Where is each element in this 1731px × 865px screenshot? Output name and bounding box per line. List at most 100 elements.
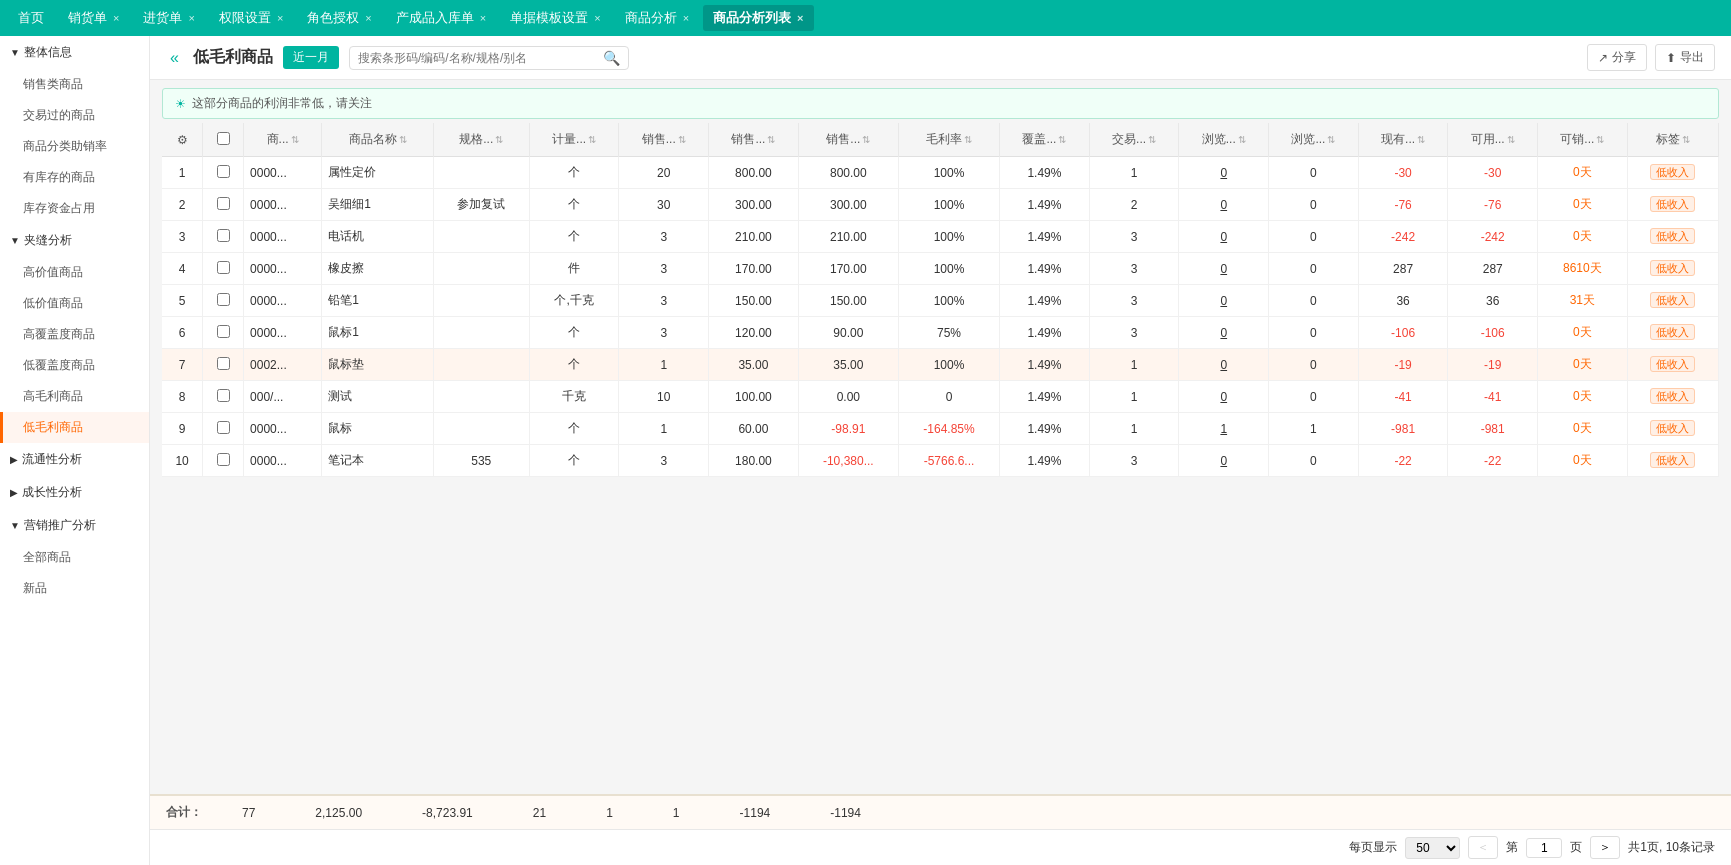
row-name[interactable]: 笔记本 — [322, 445, 434, 477]
row-checkbox[interactable] — [203, 381, 244, 413]
row-unit: 个 — [529, 445, 619, 477]
row-sales-profit: 300.00 — [798, 189, 898, 221]
nav-purchase-order[interactable]: 进货单 × — [133, 5, 204, 31]
nav-product-analysis[interactable]: 商品分析 × — [615, 5, 699, 31]
row-select-checkbox[interactable] — [217, 421, 230, 434]
close-icon[interactable]: × — [797, 12, 803, 24]
close-icon[interactable]: × — [365, 12, 371, 24]
search-icon[interactable]: 🔍 — [603, 50, 620, 66]
row-name[interactable]: 鼠标1 — [322, 317, 434, 349]
export-button[interactable]: ⬆ 导出 — [1655, 44, 1715, 71]
sidebar-item-sales-products[interactable]: 销售类商品 — [0, 69, 149, 100]
sidebar-item-high-value[interactable]: 高价值商品 — [0, 257, 149, 288]
row-checkbox[interactable] — [203, 221, 244, 253]
row-sales-qty: 3 — [619, 253, 709, 285]
sidebar-item-category-sales-rate[interactable]: 商品分类助销率 — [0, 131, 149, 162]
row-view1[interactable]: 0 — [1179, 285, 1269, 317]
row-sales-qty: 3 — [619, 445, 709, 477]
row-view1[interactable]: 0 — [1179, 189, 1269, 221]
row-view1[interactable]: 0 — [1179, 381, 1269, 413]
row-view1[interactable]: 0 — [1179, 253, 1269, 285]
row-tag: 低收入 — [1627, 349, 1718, 381]
sidebar-item-low-margin[interactable]: 低毛利商品 — [0, 412, 149, 443]
next-page-button[interactable]: ＞ — [1590, 836, 1620, 859]
row-select-checkbox[interactable] — [217, 229, 230, 242]
nav-permission-settings[interactable]: 权限设置 × — [209, 5, 293, 31]
row-select-checkbox[interactable] — [217, 197, 230, 210]
row-view1[interactable]: 1 — [1179, 413, 1269, 445]
row-view1[interactable]: 0 — [1179, 317, 1269, 349]
close-icon[interactable]: × — [480, 12, 486, 24]
row-name[interactable]: 鼠标 — [322, 413, 434, 445]
row-current-stock: -19 — [1358, 349, 1448, 381]
row-available-stock: -76 — [1448, 189, 1538, 221]
close-icon[interactable]: × — [113, 12, 119, 24]
row-checkbox[interactable] — [203, 413, 244, 445]
row-select-checkbox[interactable] — [217, 389, 230, 402]
nav-home[interactable]: 首页 — [8, 5, 54, 31]
row-view1[interactable]: 0 — [1179, 349, 1269, 381]
row-checkbox[interactable] — [203, 349, 244, 381]
nav-product-instock[interactable]: 产成品入库单 × — [386, 5, 496, 31]
sidebar-item-all-products[interactable]: 全部商品 — [0, 542, 149, 573]
row-checkbox[interactable] — [203, 445, 244, 477]
row-name[interactable]: 电话机 — [322, 221, 434, 253]
sidebar-item-in-stock[interactable]: 有库存的商品 — [0, 162, 149, 193]
nav-sales-order[interactable]: 销货单 × — [58, 5, 129, 31]
row-current-stock: -41 — [1358, 381, 1448, 413]
prev-page-button[interactable]: ＜ — [1468, 836, 1498, 859]
row-checkbox[interactable] — [203, 253, 244, 285]
nav-template-settings[interactable]: 单据模板设置 × — [500, 5, 610, 31]
row-name[interactable]: 橡皮擦 — [322, 253, 434, 285]
sidebar-item-high-coverage[interactable]: 高覆盖度商品 — [0, 319, 149, 350]
sidebar-item-traded-products[interactable]: 交易过的商品 — [0, 100, 149, 131]
sidebar-item-low-coverage[interactable]: 低覆盖度商品 — [0, 350, 149, 381]
row-select-checkbox[interactable] — [217, 453, 230, 466]
select-all-checkbox[interactable] — [217, 132, 230, 145]
row-current-stock: -242 — [1358, 221, 1448, 253]
row-select-checkbox[interactable] — [217, 165, 230, 178]
sidebar-group-gap-analysis[interactable]: ▼ 夹缝分析 — [0, 224, 149, 257]
close-icon[interactable]: × — [683, 12, 689, 24]
nav-role-auth[interactable]: 角色授权 × — [297, 5, 381, 31]
sidebar-group-marketing[interactable]: ▼ 营销推广分析 — [0, 509, 149, 542]
row-checkbox[interactable] — [203, 189, 244, 221]
per-page-select[interactable]: 50 20 100 — [1405, 837, 1460, 859]
close-icon[interactable]: × — [594, 12, 600, 24]
row-name[interactable]: 铅笔1 — [322, 285, 434, 317]
row-select-checkbox[interactable] — [217, 357, 230, 370]
row-view1[interactable]: 0 — [1179, 157, 1269, 189]
period-button[interactable]: 近一月 — [283, 46, 339, 69]
row-select-checkbox[interactable] — [217, 261, 230, 274]
col-settings[interactable]: ⚙ — [162, 123, 203, 157]
row-select-checkbox[interactable] — [217, 293, 230, 306]
sidebar-item-high-margin[interactable]: 高毛利商品 — [0, 381, 149, 412]
row-view1[interactable]: 0 — [1179, 221, 1269, 253]
sidebar-item-low-value[interactable]: 低价值商品 — [0, 288, 149, 319]
row-name[interactable]: 属性定价 — [322, 157, 434, 189]
row-gross-margin: 100% — [898, 157, 999, 189]
col-checkbox[interactable] — [203, 123, 244, 157]
col-trade-count: 交易...⇅ — [1089, 123, 1179, 157]
sidebar-item-inventory-capital[interactable]: 库存资金占用 — [0, 193, 149, 224]
row-view1[interactable]: 0 — [1179, 445, 1269, 477]
col-name: 商品名称⇅ — [322, 123, 434, 157]
row-name[interactable]: 测试 — [322, 381, 434, 413]
row-name[interactable]: 吴细细1 — [322, 189, 434, 221]
search-input[interactable] — [358, 51, 603, 65]
close-icon[interactable]: × — [277, 12, 283, 24]
row-checkbox[interactable] — [203, 285, 244, 317]
row-select-checkbox[interactable] — [217, 325, 230, 338]
row-checkbox[interactable] — [203, 317, 244, 349]
row-checkbox[interactable] — [203, 157, 244, 189]
close-icon[interactable]: × — [188, 12, 194, 24]
row-name[interactable]: 鼠标垫 — [322, 349, 434, 381]
share-button[interactable]: ↗ 分享 — [1587, 44, 1647, 71]
nav-product-analysis-list[interactable]: 商品分析列表 × — [703, 5, 813, 31]
sidebar-item-new-products[interactable]: 新品 — [0, 573, 149, 604]
sidebar-group-growth[interactable]: ▶ 成长性分析 — [0, 476, 149, 509]
sidebar-group-liquidity[interactable]: ▶ 流通性分析 — [0, 443, 149, 476]
page-number-input[interactable] — [1526, 838, 1562, 858]
sidebar-group-overall[interactable]: ▼ 整体信息 — [0, 36, 149, 69]
sidebar-collapse-button[interactable]: « — [166, 49, 183, 67]
